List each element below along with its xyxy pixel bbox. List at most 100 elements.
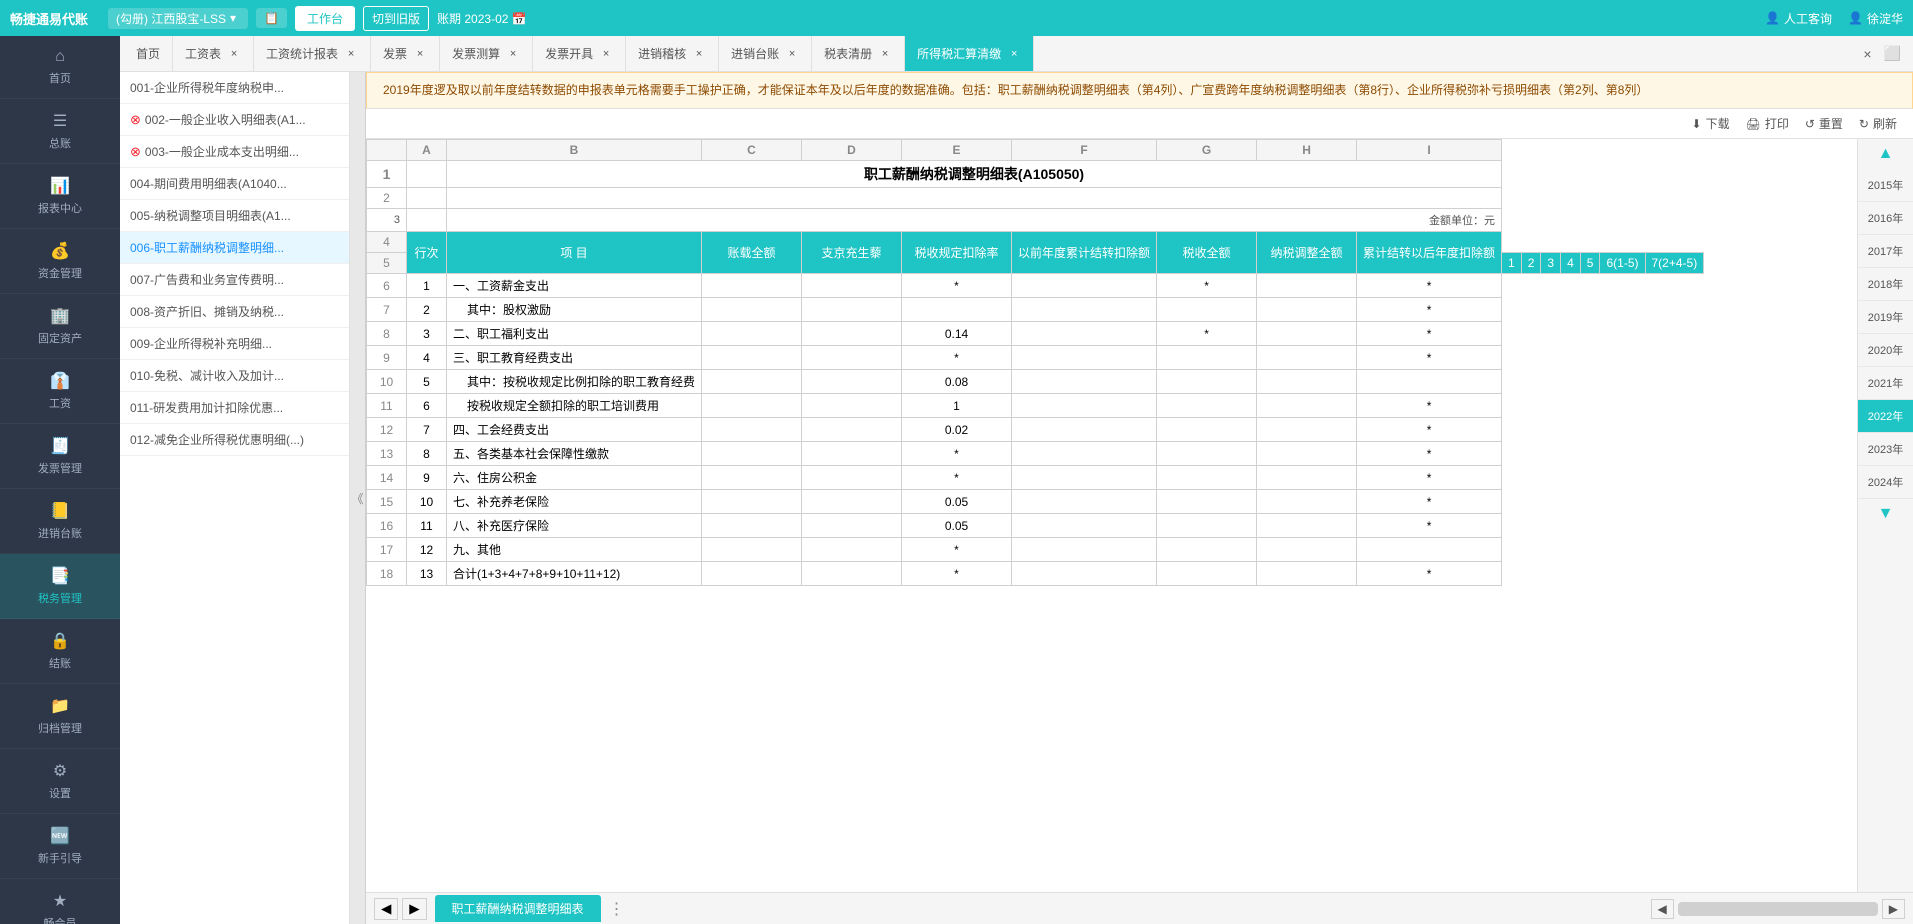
left-panel-item-007[interactable]: 007-广告费和业务宣传费明... bbox=[120, 264, 349, 296]
sidebar-item-settings[interactable]: ⚙ 设置 bbox=[0, 749, 120, 814]
refresh-button[interactable]: ↻ 刷新 bbox=[1859, 115, 1897, 132]
sheet-scroll-left[interactable]: ◀ bbox=[1651, 899, 1674, 919]
year-2015[interactable]: 2015年 bbox=[1858, 169, 1913, 202]
sidebar-item-guide[interactable]: 🆕 新手引导 bbox=[0, 814, 120, 879]
left-panel-item-004[interactable]: 004-期间费用明细表(A1040... bbox=[120, 168, 349, 200]
tab-audit-close[interactable]: × bbox=[692, 47, 706, 61]
tab-sales-ledger-close[interactable]: × bbox=[785, 47, 799, 61]
sidebar-item-vip[interactable]: ★ 畅会员 bbox=[0, 879, 120, 924]
sheet-tab-more[interactable]: ⋮ bbox=[609, 899, 625, 919]
tab-payroll[interactable]: 工资表 × bbox=[173, 36, 254, 71]
vip-icon: ★ bbox=[53, 891, 67, 911]
year-2024[interactable]: 2024年 bbox=[1858, 466, 1913, 499]
download-icon: ⬇ bbox=[1692, 117, 1702, 131]
print-button[interactable]: 🖨 打印 bbox=[1746, 115, 1789, 132]
company-selector[interactable]: (勾册) 江西股宝-LSS ▾ bbox=[108, 8, 248, 29]
service-item[interactable]: 👤 人工客询 bbox=[1765, 10, 1832, 27]
calendar-button[interactable]: 📋 bbox=[256, 8, 287, 28]
sheet-scroll-right[interactable]: ▶ bbox=[1882, 899, 1905, 919]
tab-maximize-btn[interactable]: ⬜ bbox=[1880, 43, 1905, 64]
workbench-button[interactable]: 工作台 bbox=[295, 6, 355, 31]
row-1-num: 1 bbox=[367, 161, 407, 188]
sidebar-item-capital[interactable]: 💰 资金管理 bbox=[0, 229, 120, 294]
data-row-16: 16 11 八、补充医疗保险 0.05 bbox=[367, 514, 1704, 538]
user-item[interactable]: 👤 徐淀华 bbox=[1848, 10, 1903, 27]
left-panel-item-006[interactable]: 006-职工薪酬纳税调整明细... bbox=[120, 232, 349, 264]
reset-button[interactable]: ↺ 重置 bbox=[1805, 115, 1843, 132]
company-dropdown-icon: ▾ bbox=[230, 11, 236, 25]
left-panel-item-012[interactable]: 012-减免企业所得税优惠明细(...) bbox=[120, 424, 349, 456]
unit-row: 3 金额单位：元 bbox=[367, 209, 1704, 232]
tab-tax-book-close[interactable]: × bbox=[878, 47, 892, 61]
tab-tax-book[interactable]: 税表清册 × bbox=[812, 36, 905, 71]
spreadsheet-wrap[interactable]: A B C D E F G H I bbox=[366, 139, 1857, 892]
sidebar-item-report[interactable]: 📊 报表中心 bbox=[0, 164, 120, 229]
sheet-scroll-controls: ◀ ▶ bbox=[1651, 899, 1905, 919]
sheet-tab-main[interactable]: 职工薪酬纳税调整明细表 bbox=[435, 895, 601, 922]
left-panel-item-011[interactable]: 011-研发费用加计扣除优惠... bbox=[120, 392, 349, 424]
tab-home[interactable]: 首页 bbox=[124, 36, 173, 71]
sidebar: ⌂ 首页 ☰ 总账 📊 报表中心 💰 资金管理 🏢 固定资产 👔 工资 bbox=[0, 36, 120, 924]
tab-invoice-open-close[interactable]: × bbox=[599, 47, 613, 61]
year-2021[interactable]: 2021年 bbox=[1858, 367, 1913, 400]
sidebar-item-fixed-asset[interactable]: 🏢 固定资产 bbox=[0, 294, 120, 359]
period-edit-icon[interactable]: 📅 bbox=[512, 12, 527, 26]
left-panel-item-009[interactable]: 009-企业所得税补充明细... bbox=[120, 328, 349, 360]
tab-invoice-open-label: 发票开具 bbox=[545, 45, 593, 62]
year-2022[interactable]: 2022年 bbox=[1858, 400, 1913, 433]
data-row-14: 14 9 六、住房公积金 * bbox=[367, 466, 1704, 490]
year-2016[interactable]: 2016年 bbox=[1858, 202, 1913, 235]
collapse-left-panel[interactable]: 《 bbox=[350, 72, 366, 924]
sidebar-item-salary[interactable]: 👔 工资 bbox=[0, 359, 120, 424]
sheet-nav-left[interactable]: ◀ bbox=[374, 898, 398, 920]
year-nav-up[interactable]: ▲ bbox=[1858, 139, 1913, 169]
year-2020[interactable]: 2020年 bbox=[1858, 334, 1913, 367]
left-panel-item-002[interactable]: ⊗ 002-一般企业收入明细表(A1... bbox=[120, 104, 349, 136]
tab-payroll-report[interactable]: 工资统计报表 × bbox=[254, 36, 371, 71]
tab-payroll-report-close[interactable]: × bbox=[344, 47, 358, 61]
sidebar-item-tax-label: 税务管理 bbox=[38, 590, 82, 606]
tab-close-btn[interactable]: × bbox=[1859, 44, 1875, 64]
year-nav-down[interactable]: ▼ bbox=[1858, 499, 1913, 529]
tab-invoice-close[interactable]: × bbox=[413, 47, 427, 61]
tab-sales-ledger[interactable]: 进销台账 × bbox=[719, 36, 812, 71]
sidebar-item-settings-label: 设置 bbox=[49, 785, 71, 801]
year-2017[interactable]: 2017年 bbox=[1858, 235, 1913, 268]
sidebar-item-sales[interactable]: 📒 进销台账 bbox=[0, 489, 120, 554]
sidebar-item-ledger[interactable]: ☰ 总账 bbox=[0, 99, 120, 164]
tab-invoice-calc-close[interactable]: × bbox=[506, 47, 520, 61]
tab-income-tax-close[interactable]: × bbox=[1007, 47, 1021, 61]
sidebar-item-invoice-label: 发票管理 bbox=[38, 460, 82, 476]
sidebar-item-sales-label: 进销台账 bbox=[38, 525, 82, 541]
th-seq: 行次 bbox=[407, 232, 447, 274]
sidebar-item-archive[interactable]: 📁 归档管理 bbox=[0, 684, 120, 749]
cut-old-button[interactable]: 切到旧版 bbox=[363, 6, 429, 31]
data-row-7: 7 2 其中：股权激励 * bbox=[367, 298, 1704, 322]
reset-icon: ↺ bbox=[1805, 117, 1815, 131]
tab-invoice[interactable]: 发票 × bbox=[371, 36, 440, 71]
sidebar-item-invoice[interactable]: 🧾 发票管理 bbox=[0, 424, 120, 489]
left-panel-item-005[interactable]: 005-纳税调整项目明细表(A1... bbox=[120, 200, 349, 232]
year-2023[interactable]: 2023年 bbox=[1858, 433, 1913, 466]
sidebar-item-home[interactable]: ⌂ 首页 bbox=[0, 36, 120, 99]
left-panel-item-010[interactable]: 010-免税、减计收入及加计... bbox=[120, 360, 349, 392]
th-col5: 税收全额 bbox=[1157, 232, 1257, 274]
sheet-nav-right[interactable]: ▶ bbox=[402, 898, 426, 920]
tab-invoice-open[interactable]: 发票开具 × bbox=[533, 36, 626, 71]
refresh-label: 刷新 bbox=[1873, 115, 1897, 132]
tab-income-tax[interactable]: 所得税汇算清缴 × bbox=[905, 36, 1034, 71]
left-panel-item-003[interactable]: ⊗ 003-一般企业成本支出明细... bbox=[120, 136, 349, 168]
sidebar-item-tax[interactable]: 📑 税务管理 bbox=[0, 554, 120, 619]
left-panel-item-001[interactable]: 001-企业所得税年度纳税申... bbox=[120, 72, 349, 104]
col-header-B: B bbox=[447, 140, 702, 161]
year-2018[interactable]: 2018年 bbox=[1858, 268, 1913, 301]
year-2019[interactable]: 2019年 bbox=[1858, 301, 1913, 334]
download-button[interactable]: ⬇ 下载 bbox=[1692, 115, 1730, 132]
tab-payroll-close[interactable]: × bbox=[227, 47, 241, 61]
tab-audit[interactable]: 进销稽核 × bbox=[626, 36, 719, 71]
left-panel-item-008[interactable]: 008-资产折旧、摊销及纳税... bbox=[120, 296, 349, 328]
ledger-icon: ☰ bbox=[53, 111, 67, 131]
sidebar-item-close[interactable]: 🔒 结账 bbox=[0, 619, 120, 684]
tab-invoice-calc[interactable]: 发票测算 × bbox=[440, 36, 533, 71]
sidebar-item-capital-label: 资金管理 bbox=[38, 265, 82, 281]
